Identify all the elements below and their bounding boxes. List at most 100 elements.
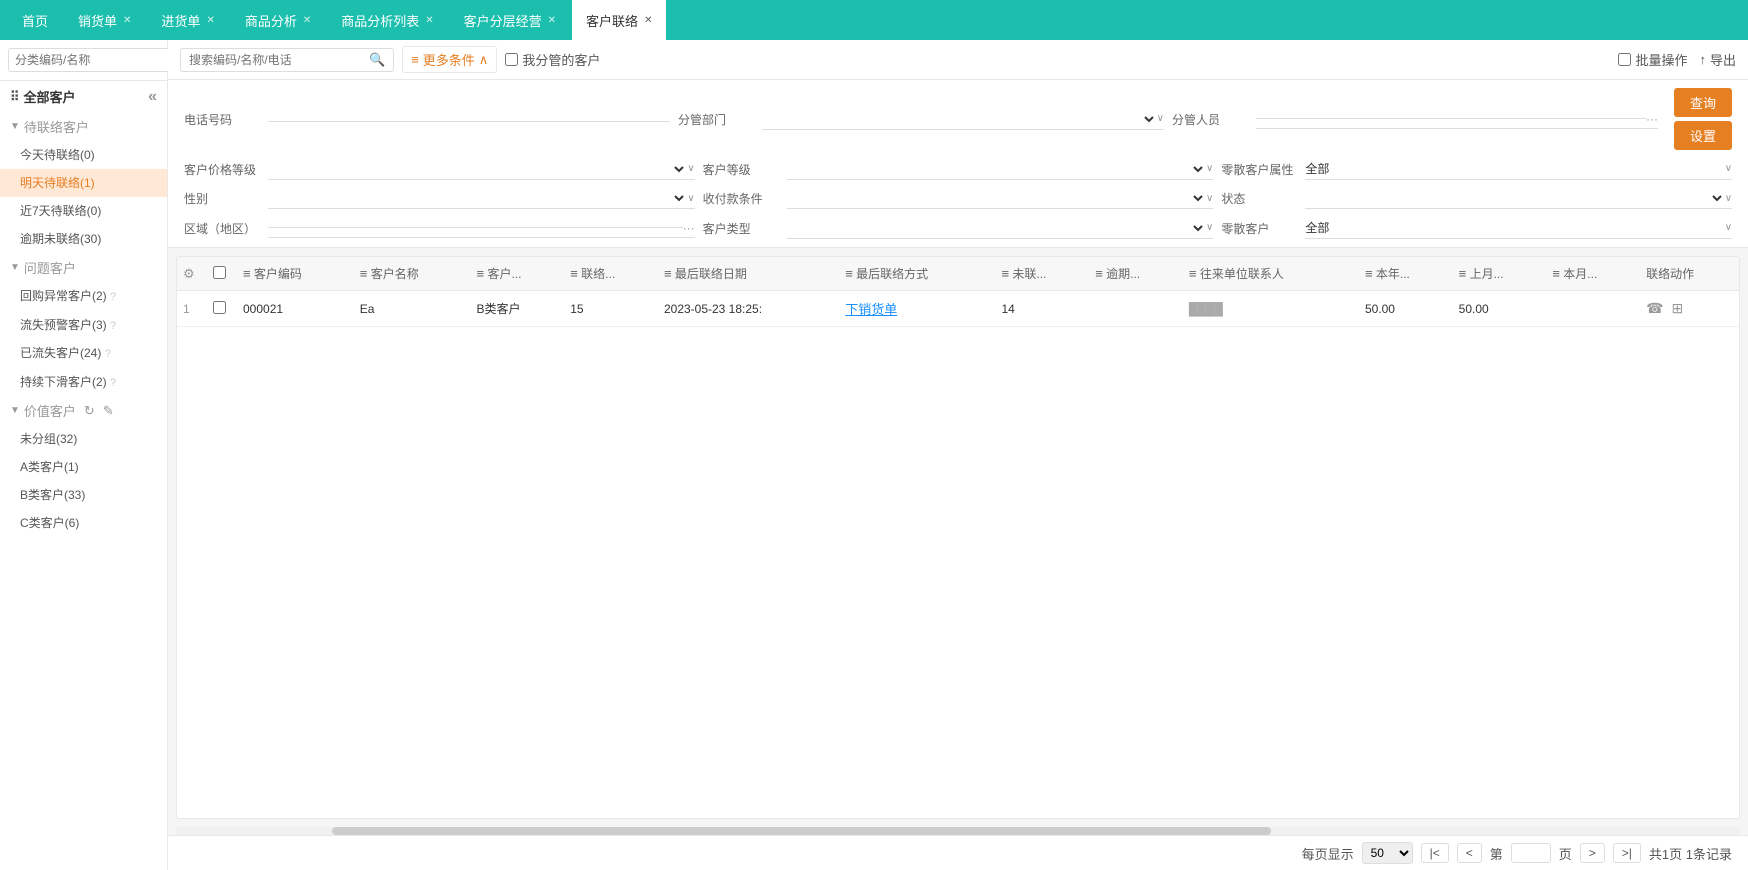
export-icon: ↑ xyxy=(1699,52,1706,67)
person-select[interactable]: ··· xyxy=(1256,110,1658,129)
sidebar-item-class-a[interactable]: A类客户(1) xyxy=(0,453,167,481)
close-analysis-icon[interactable]: ✕ xyxy=(303,15,311,26)
my-customer-checkbox-label[interactable]: 我分管的客户 xyxy=(505,50,600,69)
row-checkbox[interactable] xyxy=(213,301,226,314)
person-dots-icon[interactable]: ··· xyxy=(1646,112,1658,126)
export-button[interactable]: ↑ 导出 xyxy=(1699,50,1736,69)
nav-customer-layering[interactable]: 客户分层经营 ✕ xyxy=(450,0,570,40)
phone-input[interactable] xyxy=(268,117,670,122)
sidebar-item-overdue[interactable]: 逾期未联络(30) xyxy=(0,225,167,253)
page-size-select[interactable]: 20 50 100 200 xyxy=(1362,842,1413,864)
sidebar-item-class-c[interactable]: C类客户(6) xyxy=(0,509,167,537)
payment-caret-icon: ∨ xyxy=(1206,193,1213,204)
refresh-icon[interactable]: ↻ xyxy=(84,403,95,419)
nav-purchase[interactable]: 进货单 ✕ xyxy=(147,0,228,40)
retail-attr-label: 零散客户属性 xyxy=(1221,161,1301,178)
nav-product-analysis[interactable]: 商品分析 ✕ xyxy=(231,0,325,40)
level-select-input[interactable] xyxy=(787,161,1206,177)
retail-attr-select[interactable]: 全部 ∨ xyxy=(1305,158,1732,180)
filter-phone-group: 电话号码 xyxy=(184,111,670,128)
sidebar-group-value[interactable]: ▼ 价值客户 ↻ ✎ xyxy=(0,396,167,425)
close-contact-icon[interactable]: ✕ xyxy=(644,15,652,26)
cell-contact-count: 15 xyxy=(564,291,658,327)
sidebar-item-declining[interactable]: 持续下滑客户(2) ? xyxy=(0,368,167,397)
sidebar-item-tomorrow[interactable]: 明天待联络(1) xyxy=(0,169,167,197)
data-table-area: ⚙ ≡ 客户编码 ≡ 客户名称 ≡ 客户... xyxy=(176,256,1740,819)
sidebar-item-warning[interactable]: 流失预警客户(3) ? xyxy=(0,311,167,340)
prev-page-button[interactable]: < xyxy=(1457,843,1482,863)
col-action: 联络动作 xyxy=(1640,257,1739,291)
gender-select-input[interactable] xyxy=(268,190,687,206)
retail-attr-caret-icon: ∨ xyxy=(1725,163,1732,174)
sidebar-item-today[interactable]: 今天待联络(0) xyxy=(0,141,167,169)
sidebar-group-problem[interactable]: ▼ 问题客户 xyxy=(0,253,167,282)
query-button[interactable]: 查询 xyxy=(1674,88,1732,117)
col-last-date: ≡ 最后联络日期 xyxy=(658,257,839,291)
cell-type: B类客户 xyxy=(471,291,565,327)
sidebar-item-abnormal[interactable]: 回购异常客户(2) ? xyxy=(0,282,167,311)
close-layering-icon[interactable]: ✕ xyxy=(548,15,556,26)
batch-op-button[interactable]: 批量操作 xyxy=(1618,50,1687,69)
page-number-input[interactable]: 1 xyxy=(1511,843,1551,863)
close-analysis-list-icon[interactable]: ✕ xyxy=(425,15,433,26)
dept-select[interactable]: ∨ xyxy=(762,109,1164,130)
last-page-button[interactable]: >| xyxy=(1613,843,1641,863)
scrollbar-thumb[interactable] xyxy=(332,827,1270,835)
first-page-button[interactable]: |< xyxy=(1421,843,1449,863)
nav-home[interactable]: 首页 xyxy=(8,0,62,40)
action-call-icon[interactable]: ☎ xyxy=(1646,300,1663,317)
filter-status-group: 状态 ∨ xyxy=(1221,188,1732,209)
sidebar-item-7days[interactable]: 近7天待联络(0) xyxy=(0,197,167,225)
dept-select-input[interactable] xyxy=(762,111,1157,127)
sidebar-item-class-b[interactable]: B类客户(33) xyxy=(0,481,167,509)
next-page-button[interactable]: > xyxy=(1580,843,1605,863)
nav-customer-contact[interactable]: 客户联络 ✕ xyxy=(572,0,666,40)
sidebar-search-input[interactable] xyxy=(8,48,177,72)
type-caret-icon: ∨ xyxy=(1206,222,1213,233)
sidebar-item-ungroup[interactable]: 未分组(32) xyxy=(0,425,167,453)
close-sales-icon[interactable]: ✕ xyxy=(123,15,131,26)
nav-sales[interactable]: 销货单 ✕ xyxy=(64,0,145,40)
level-select[interactable]: ∨ xyxy=(787,159,1214,180)
payment-select-input[interactable] xyxy=(787,190,1206,206)
last-method-link[interactable]: 下销货单 xyxy=(845,302,897,317)
batch-op-checkbox[interactable] xyxy=(1618,53,1631,66)
action-buttons: 查询 设置 xyxy=(1674,88,1732,150)
status-label: 状态 xyxy=(1221,190,1301,207)
settings-icon[interactable]: ⚙ xyxy=(183,266,195,281)
price-select[interactable]: ∨ xyxy=(268,159,695,180)
status-select[interactable]: ∨ xyxy=(1305,188,1732,209)
price-caret-icon: ∨ xyxy=(687,163,694,174)
status-select-input[interactable] xyxy=(1305,190,1724,206)
search-icon[interactable]: 🔍 xyxy=(369,52,385,68)
close-purchase-icon[interactable]: ✕ xyxy=(206,15,214,26)
setting-button[interactable]: 设置 xyxy=(1674,121,1732,150)
area-select[interactable]: ··· xyxy=(268,219,695,238)
sidebar-collapse-icon[interactable]: « xyxy=(148,88,157,106)
retail-customer-select[interactable]: 全部 ∨ xyxy=(1305,217,1732,239)
sidebar-item-lost[interactable]: 已流失客户(24) ? xyxy=(0,339,167,368)
select-all-checkbox[interactable] xyxy=(213,266,226,279)
filter-price-group: 客户价格等级 ∨ xyxy=(184,159,695,180)
page-total-label: 页 xyxy=(1559,844,1572,863)
nav-product-analysis-list[interactable]: 商品分析列表 ✕ xyxy=(327,0,447,40)
action-qr-icon[interactable]: ⊞ xyxy=(1672,300,1684,317)
cell-name: Ea xyxy=(354,291,471,327)
my-customer-checkbox[interactable] xyxy=(505,53,518,66)
filter-more-button[interactable]: ≡ 更多条件 ∧ xyxy=(402,46,497,73)
sidebar-all-customers[interactable]: ⠿ 全部客户 « xyxy=(0,81,167,112)
sidebar-group-pending[interactable]: ▼ 待联络客户 xyxy=(0,112,167,141)
search-input[interactable] xyxy=(189,53,369,67)
filter-level-group: 客户等级 ∨ xyxy=(703,159,1214,180)
type-select-input[interactable] xyxy=(787,220,1206,236)
horizontal-scrollbar[interactable] xyxy=(176,827,1740,835)
gender-select[interactable]: ∨ xyxy=(268,188,695,209)
col-no-contact: ≡ 未联... xyxy=(995,257,1089,291)
gender-label: 性别 xyxy=(184,190,264,207)
dept-caret-icon: ∨ xyxy=(1157,113,1164,124)
edit-group-icon[interactable]: ✎ xyxy=(103,403,114,419)
payment-select[interactable]: ∨ xyxy=(787,188,1214,209)
type-select[interactable]: ∨ xyxy=(787,218,1214,239)
area-dots-icon[interactable]: ··· xyxy=(683,221,695,235)
price-select-input[interactable] xyxy=(268,161,687,177)
